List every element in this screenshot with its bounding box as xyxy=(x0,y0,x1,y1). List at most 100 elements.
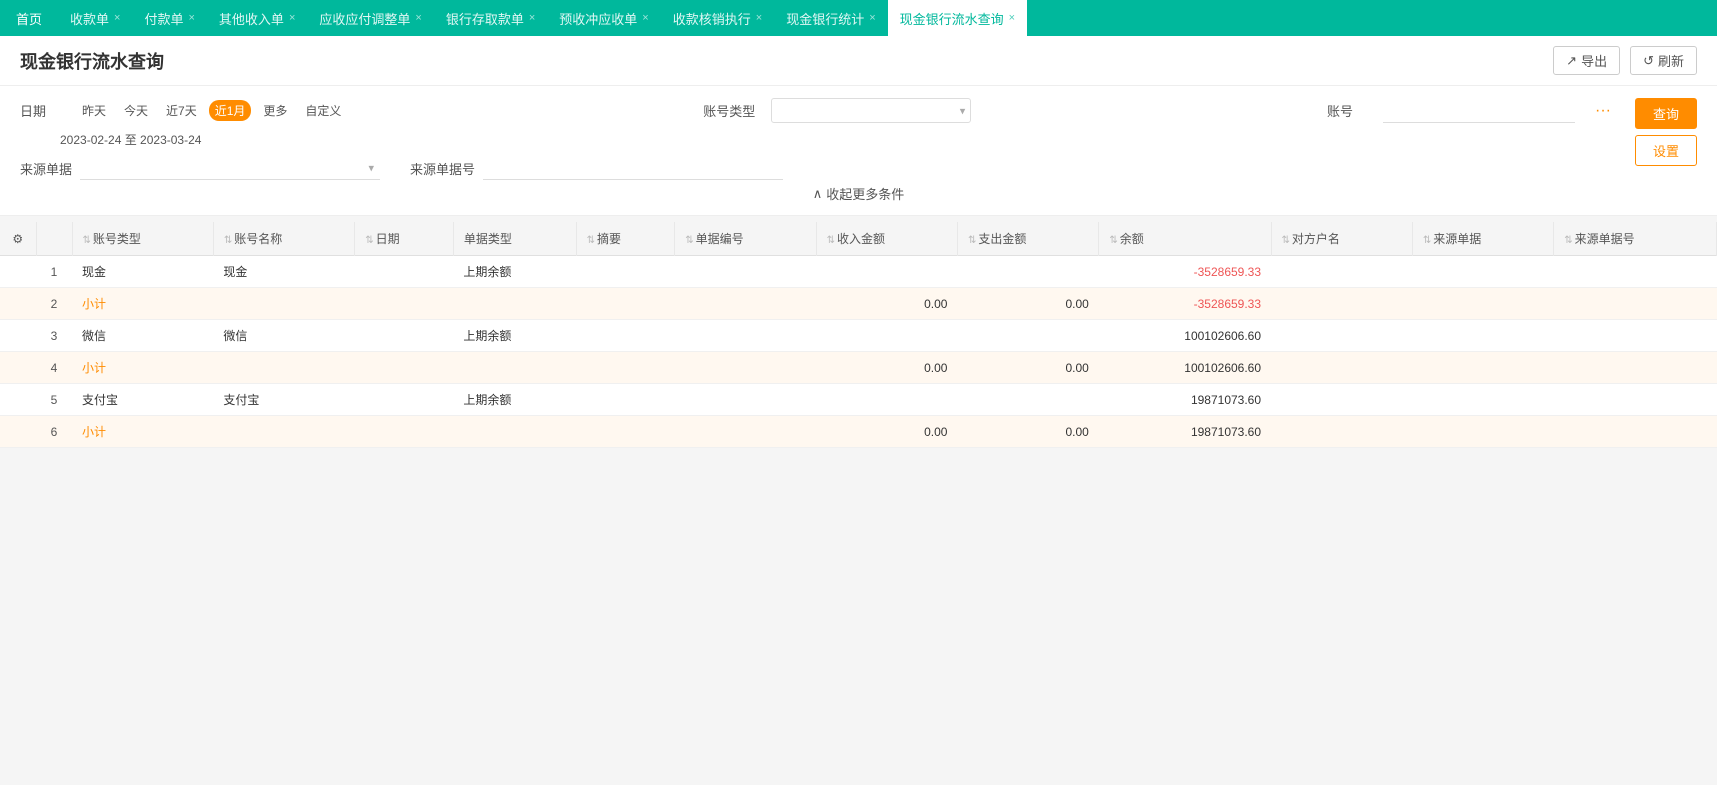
nav-tab-other-income[interactable]: 其他收入单 × xyxy=(207,0,307,36)
table-header-row: ⚙ ⇅账号类型 ⇅账号名称 ⇅日期 单据类型 ⇅摘要 ⇅单据编号 ⇅收入金额 ⇅… xyxy=(0,222,1717,256)
income-cell xyxy=(816,320,957,352)
sort-icon: ⇅ xyxy=(968,235,976,246)
summary-cell xyxy=(576,384,675,416)
balance-cell: 100102606.60 xyxy=(1099,352,1271,384)
export-button[interactable]: ↗ 导出 xyxy=(1553,46,1620,75)
nav-tab-verification[interactable]: 收款核销执行 × xyxy=(661,0,774,36)
table-body: 1现金现金上期余额-3528659.332小计0.000.00-3528659.… xyxy=(0,256,1717,448)
today-btn[interactable]: 今天 xyxy=(118,100,154,121)
top-nav: 首页 收款单 × 付款单 × 其他收入单 × 应收应付调整单 × 银行存取款单 … xyxy=(0,0,1717,36)
doc-type-cell xyxy=(453,416,576,448)
income-cell xyxy=(816,256,957,288)
counterpart-column-header[interactable]: ⇅对方户名 xyxy=(1271,222,1412,256)
account-type-column-header[interactable]: ⇅账号类型 xyxy=(72,222,213,256)
close-icon[interactable]: × xyxy=(642,12,648,24)
gear-cell xyxy=(0,256,36,288)
doc-no-cell xyxy=(675,320,816,352)
doc-no-cell xyxy=(675,256,816,288)
account-type-cell: 现金 xyxy=(72,256,213,288)
nav-tab-bank-deposit[interactable]: 银行存取款单 × xyxy=(434,0,547,36)
sort-icon: ⇅ xyxy=(1423,235,1431,246)
expense-cell: 0.00 xyxy=(957,416,1098,448)
nav-tab-receipt[interactable]: 收款单 × xyxy=(58,0,132,36)
custom-btn[interactable]: 自定义 xyxy=(299,100,347,121)
counterpart-cell xyxy=(1271,352,1412,384)
collapse-button[interactable]: ∧ 收起更多条件 xyxy=(813,184,905,203)
nav-tab-bank-flow[interactable]: 现金银行流水查询 × xyxy=(888,0,1027,36)
yesterday-btn[interactable]: 昨天 xyxy=(76,100,112,121)
close-icon[interactable]: × xyxy=(1009,12,1015,24)
date-cell xyxy=(355,288,454,320)
more-btn[interactable]: 更多 xyxy=(257,100,293,121)
row-number: 5 xyxy=(36,384,72,416)
date-filter-label: 日期 xyxy=(20,101,60,120)
chevron-up-icon: ∧ xyxy=(813,186,823,202)
account-type-select[interactable] xyxy=(771,98,971,123)
last1month-btn[interactable]: 近1月 xyxy=(209,100,252,121)
account-type-cell: 小计 xyxy=(72,352,213,384)
account-type-label: 账号类型 xyxy=(703,101,755,120)
summary-column-header[interactable]: ⇅摘要 xyxy=(576,222,675,256)
doc-no-cell xyxy=(675,288,816,320)
nav-tab-bank-stats[interactable]: 现金银行统计 × xyxy=(774,0,887,36)
row-number: 2 xyxy=(36,288,72,320)
date-column-header[interactable]: ⇅日期 xyxy=(355,222,454,256)
close-icon[interactable]: × xyxy=(289,12,295,24)
counterpart-cell xyxy=(1271,320,1412,352)
expense-cell: 0.00 xyxy=(957,288,1098,320)
gear-column-header[interactable]: ⚙ xyxy=(0,222,36,256)
last7days-btn[interactable]: 近7天 xyxy=(160,100,203,121)
account-name-cell xyxy=(213,352,354,384)
account-type-cell: 小计 xyxy=(72,288,213,320)
close-icon[interactable]: × xyxy=(415,12,421,24)
account-name-column-header[interactable]: ⇅账号名称 xyxy=(213,222,354,256)
summary-cell xyxy=(576,320,675,352)
account-input[interactable] xyxy=(1383,99,1575,123)
table-container: ⚙ ⇅账号类型 ⇅账号名称 ⇅日期 单据类型 ⇅摘要 ⇅单据编号 ⇅收入金额 ⇅… xyxy=(0,222,1717,448)
table-row: 3微信微信上期余额100102606.60 xyxy=(0,320,1717,352)
summary-cell xyxy=(576,416,675,448)
close-icon[interactable]: × xyxy=(529,12,535,24)
date-cell xyxy=(355,416,454,448)
close-icon[interactable]: × xyxy=(114,12,120,24)
account-type-cell: 支付宝 xyxy=(72,384,213,416)
account-ellipsis-btn[interactable]: ··· xyxy=(1591,102,1615,120)
refresh-button[interactable]: ↺ 刷新 xyxy=(1630,46,1697,75)
row-number: 3 xyxy=(36,320,72,352)
close-icon[interactable]: × xyxy=(188,12,194,24)
income-column-header[interactable]: ⇅收入金额 xyxy=(816,222,957,256)
close-icon[interactable]: × xyxy=(756,12,762,24)
balance-cell: -3528659.33 xyxy=(1099,256,1271,288)
close-icon[interactable]: × xyxy=(869,12,875,24)
source-doc-no-column-header[interactable]: ⇅来源单据号 xyxy=(1554,222,1717,256)
nav-tab-advance[interactable]: 预收冲应收单 × xyxy=(547,0,660,36)
doc-no-cell xyxy=(675,384,816,416)
summary-cell xyxy=(576,288,675,320)
income-cell: 0.00 xyxy=(816,416,957,448)
balance-cell: 19871073.60 xyxy=(1099,384,1271,416)
source-doc-cell xyxy=(1412,288,1553,320)
source-doc-no-cell xyxy=(1554,352,1717,384)
source-doc-select[interactable] xyxy=(80,156,380,180)
sort-icon: ⇅ xyxy=(365,235,373,246)
doc-no-column-header[interactable]: ⇅单据编号 xyxy=(675,222,816,256)
nav-tab-payment[interactable]: 付款单 × xyxy=(132,0,206,36)
counterpart-cell xyxy=(1271,416,1412,448)
source-doc-cell xyxy=(1412,416,1553,448)
source-doc-no-input[interactable] xyxy=(483,156,783,180)
source-doc-column-header[interactable]: ⇅来源单据 xyxy=(1412,222,1553,256)
balance-cell: -3528659.33 xyxy=(1099,288,1271,320)
expense-column-header[interactable]: ⇅支出金额 xyxy=(957,222,1098,256)
doc-type-column-header: 单据类型 xyxy=(453,222,576,256)
nav-tab-adjustment[interactable]: 应收应付调整单 × xyxy=(307,0,433,36)
nav-home[interactable]: 首页 xyxy=(0,0,58,36)
settings-button[interactable]: 设置 xyxy=(1635,135,1697,166)
filter-right-actions: 查询 设置 xyxy=(1635,98,1697,166)
account-name-cell: 微信 xyxy=(213,320,354,352)
source-doc-no-group: 来源单据号 xyxy=(410,156,783,180)
balance-column-header[interactable]: ⇅余额 xyxy=(1099,222,1271,256)
gear-cell xyxy=(0,384,36,416)
expense-cell xyxy=(957,320,1098,352)
expense-cell xyxy=(957,384,1098,416)
query-button[interactable]: 查询 xyxy=(1635,98,1697,129)
